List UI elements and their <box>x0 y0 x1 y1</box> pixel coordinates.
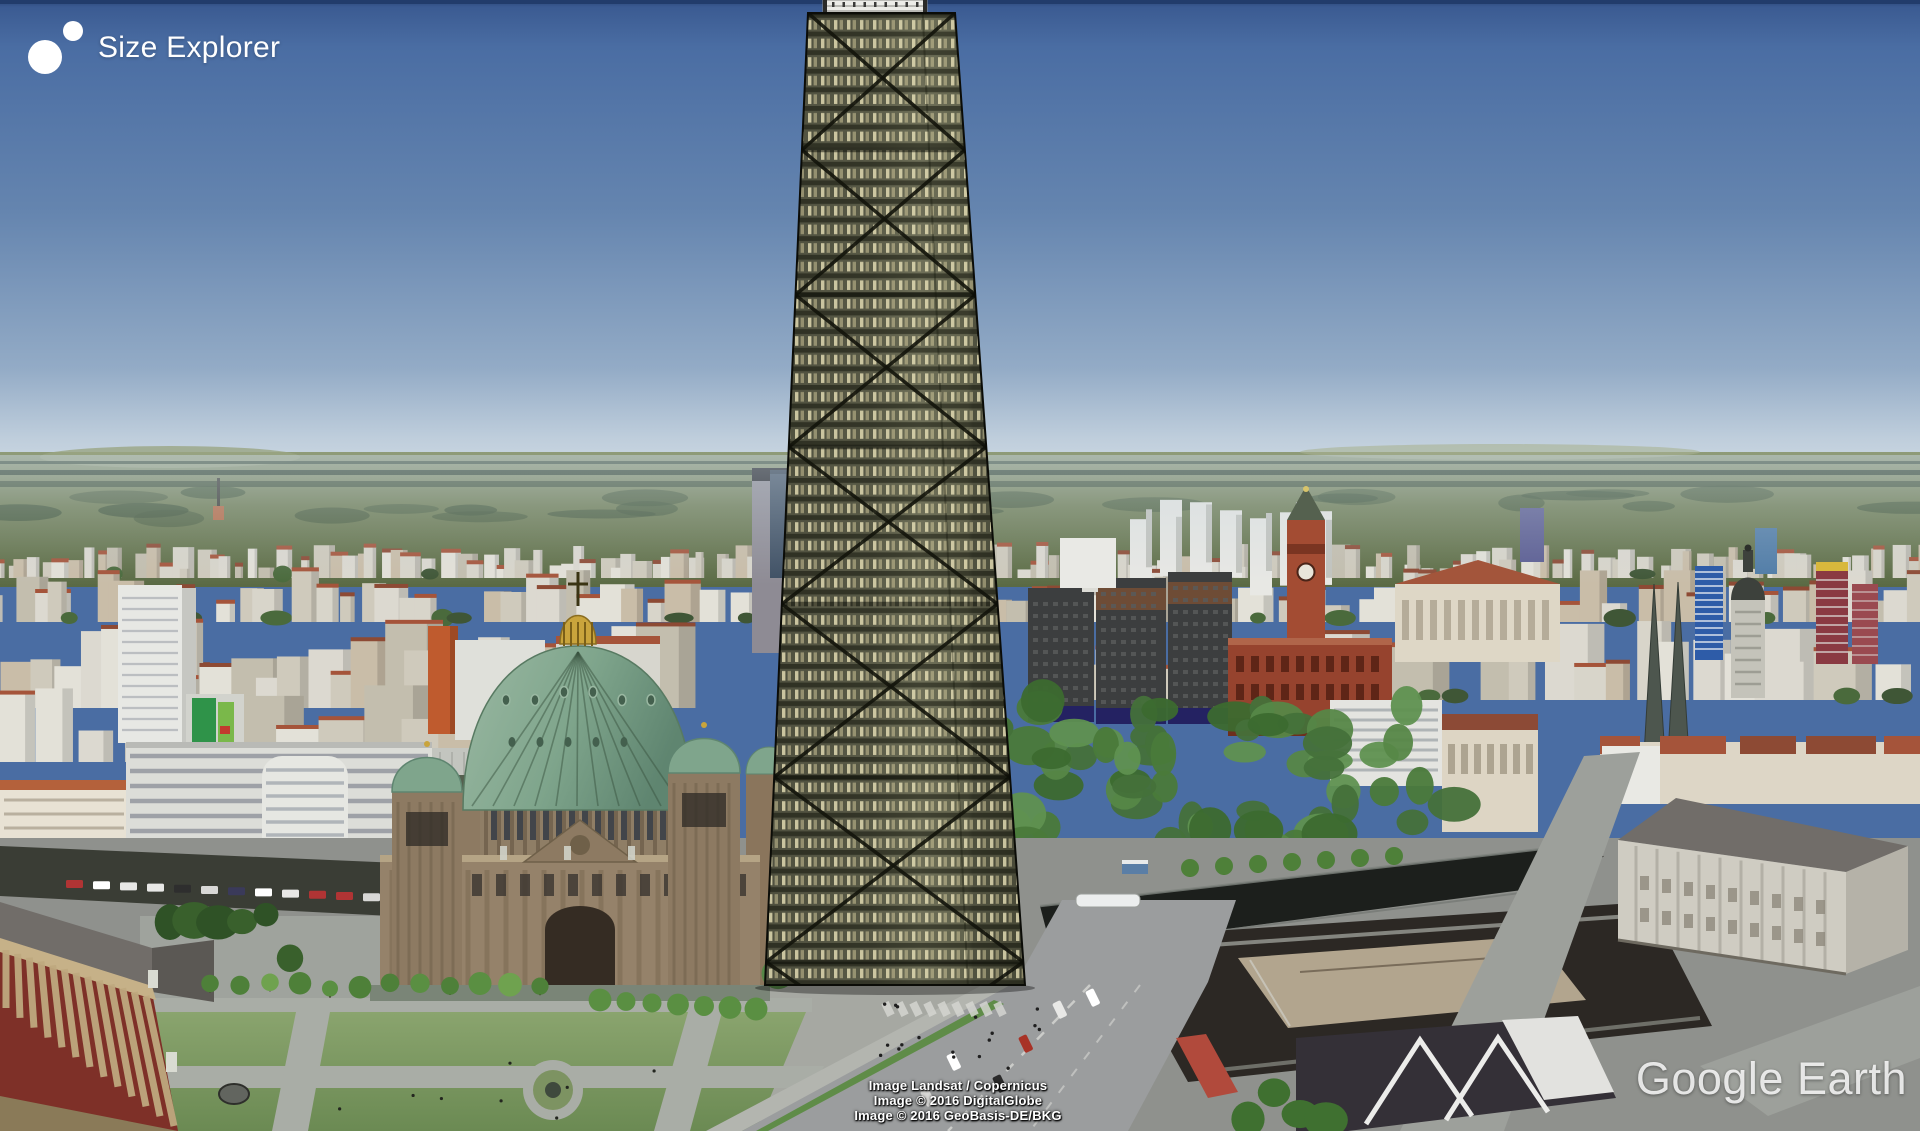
size-explorer-app: Size Explorer Image Landsat / Copernicus… <box>0 0 1920 1131</box>
earth-3d-viewport[interactable] <box>0 0 1920 1131</box>
